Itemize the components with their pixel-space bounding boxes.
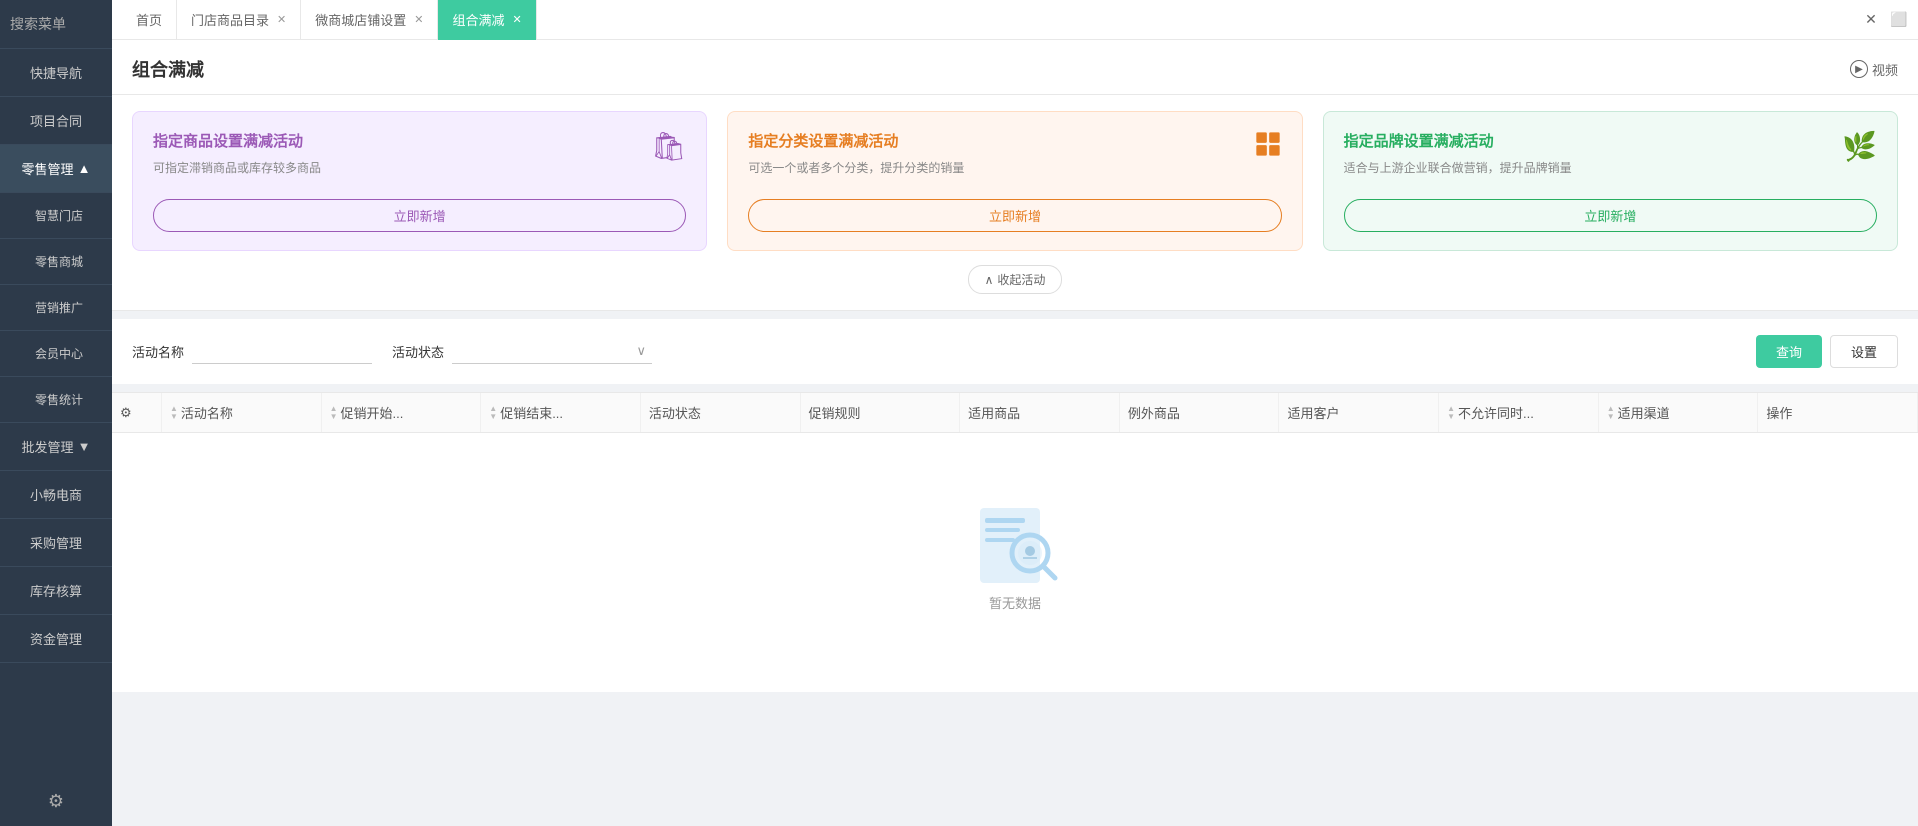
sidebar-item-retail-stats[interactable]: 零售统计 xyxy=(0,377,112,423)
sidebar-item-fund-mgmt[interactable]: 资金管理 xyxy=(0,615,112,663)
brand-card-add-button[interactable]: 立即新增 xyxy=(1344,199,1877,232)
th-not-allow-concurrent: ▲▼ 不允许同时... xyxy=(1439,393,1599,432)
category-card-desc: 可选一个或者多个分类，提升分类的销量 xyxy=(748,159,1281,177)
sidebar-item-retail-mgmt[interactable]: 零售管理 ▲ xyxy=(0,145,112,193)
close-window-button[interactable]: ✕ xyxy=(1862,11,1880,29)
sidebar-item-xiaochu-ecom[interactable]: 小畅电商 xyxy=(0,471,112,519)
brand-activity-card: 指定品牌设置满减活动 适合与上游企业联合做营销，提升品牌销量 🌿 立即新增 xyxy=(1323,111,1898,251)
th-promo-rules: 促销规则 xyxy=(801,393,961,432)
product-card-add-button[interactable]: 立即新增 xyxy=(153,199,686,232)
settings-icon: ⚙ xyxy=(120,405,132,421)
tab-close-combo-discount[interactable]: ✕ xyxy=(513,13,522,26)
tab-wechat-store[interactable]: 微商城店铺设置 ✕ xyxy=(301,0,438,40)
activity-status-field: 活动状态 ∨ xyxy=(392,339,652,364)
sidebar-item-retail-mall[interactable]: 零售商城 xyxy=(0,239,112,285)
empty-state: 暂无数据 xyxy=(112,433,1918,672)
activity-name-field: 活动名称 xyxy=(132,340,372,364)
maximize-window-button[interactable]: ⬜ xyxy=(1890,11,1908,29)
category-card-icon xyxy=(1254,130,1282,165)
tab-close-store-catalog[interactable]: ✕ xyxy=(277,13,286,26)
window-controls: ✕ ⬜ xyxy=(1862,11,1908,29)
activity-name-label: 活动名称 xyxy=(132,342,184,361)
page-title: 组合满减 xyxy=(132,56,204,82)
chevron-up-icon: ∧ xyxy=(985,273,994,287)
th-promo-end: ▲▼ 促销结束... xyxy=(481,393,641,432)
content-area: 组合满减 ▶ 视频 指定商品设置满减活动 可指定滞销商品或库存较多商品 🛍 立即… xyxy=(112,40,1918,826)
th-applicable-customers: 适用客户 xyxy=(1279,393,1439,432)
chevron-up-icon: ▲ xyxy=(78,161,91,176)
filter-actions: 查询 设置 xyxy=(1756,335,1898,368)
sidebar-item-smart-store[interactable]: 智慧门店 xyxy=(0,193,112,239)
brand-card-icon: 🌿 xyxy=(1842,130,1877,163)
filter-section: 活动名称 活动状态 ∨ 查询 设置 xyxy=(112,319,1918,384)
sidebar: 搜索菜单 快捷导航 项目合同 零售管理 ▲ 智慧门店 零售商城 营销推广 会员中… xyxy=(0,0,112,826)
product-card-icon: 🛍 xyxy=(651,130,687,163)
product-card-desc: 可指定滞销商品或库存较多商品 xyxy=(153,159,686,177)
product-card-title: 指定商品设置满减活动 xyxy=(153,130,686,151)
chevron-down-icon: ▼ xyxy=(78,439,91,454)
table-header: ⚙ ▲▼ 活动名称 ▲▼ 促销开始... ▲▼ 促销结束... 活动状态 xyxy=(112,392,1918,433)
settings-icon: ⚙ xyxy=(48,791,64,812)
sidebar-item-purchase-mgmt[interactable]: 采购管理 xyxy=(0,519,112,567)
video-link[interactable]: ▶ 视频 xyxy=(1850,60,1898,79)
activity-cards: 指定商品设置满减活动 可指定滞销商品或库存较多商品 🛍 立即新增 指定分类设置满… xyxy=(132,111,1898,251)
category-activity-card: 指定分类设置满减活动 可选一个或者多个分类，提升分类的销量 立即新增 xyxy=(727,111,1302,251)
table-section: ⚙ ▲▼ 活动名称 ▲▼ 促销开始... ▲▼ 促销结束... 活动状态 xyxy=(112,392,1918,692)
activity-section: 指定商品设置满减活动 可指定滞销商品或库存较多商品 🛍 立即新增 指定分类设置满… xyxy=(112,95,1918,311)
tab-home[interactable]: 首页 xyxy=(122,0,177,40)
sort-icon[interactable]: ▲▼ xyxy=(1607,405,1615,421)
sidebar-item-inventory-calc[interactable]: 库存核算 xyxy=(0,567,112,615)
sort-icon[interactable]: ▲▼ xyxy=(489,405,497,421)
product-activity-card: 指定商品设置满减活动 可指定滞销商品或库存较多商品 🛍 立即新增 xyxy=(132,111,707,251)
th-activity-status: 活动状态 xyxy=(641,393,801,432)
main-area: 首页 门店商品目录 ✕ 微商城店铺设置 ✕ 组合满减 ✕ ✕ ⬜ 组合满减 xyxy=(112,0,1918,826)
sort-icon[interactable]: ▲▼ xyxy=(1447,405,1455,421)
th-settings[interactable]: ⚙ xyxy=(112,393,162,432)
sidebar-item-quick-nav[interactable]: 快捷导航 xyxy=(0,49,112,97)
category-card-add-button[interactable]: 立即新增 xyxy=(748,199,1281,232)
sidebar-item-project-contract[interactable]: 项目合同 xyxy=(0,97,112,145)
brand-card-title: 指定品牌设置满减活动 xyxy=(1344,130,1877,151)
tab-combo-discount[interactable]: 组合满减 ✕ xyxy=(438,0,536,40)
set-button[interactable]: 设置 xyxy=(1830,335,1898,368)
tab-bar: 首页 门店商品目录 ✕ 微商城店铺设置 ✕ 组合满减 ✕ ✕ ⬜ xyxy=(112,0,1918,40)
sidebar-item-wholesale-mgmt[interactable]: 批发管理 ▼ xyxy=(0,423,112,471)
chevron-down-icon: ∨ xyxy=(637,343,647,359)
query-button[interactable]: 查询 xyxy=(1756,335,1822,368)
th-promo-start: ▲▼ 促销开始... xyxy=(322,393,482,432)
collapse-bar: ∧ 收起活动 xyxy=(132,265,1898,294)
activity-name-input[interactable] xyxy=(192,340,372,364)
collapse-activity-button[interactable]: ∧ 收起活动 xyxy=(968,265,1063,294)
th-excluded-goods: 例外商品 xyxy=(1120,393,1280,432)
video-icon: ▶ xyxy=(1850,60,1868,78)
brand-card-desc: 适合与上游企业联合做营销，提升品牌销量 xyxy=(1344,159,1877,177)
sort-icon[interactable]: ▲▼ xyxy=(170,405,178,421)
th-applicable-channels: ▲▼ 适用渠道 xyxy=(1599,393,1759,432)
page-header: 组合满减 ▶ 视频 xyxy=(112,40,1918,95)
th-operations: 操作 xyxy=(1758,393,1918,432)
empty-illustration xyxy=(955,493,1075,593)
sidebar-item-member-center[interactable]: 会员中心 xyxy=(0,331,112,377)
th-applicable-goods: 适用商品 xyxy=(960,393,1120,432)
sidebar-settings[interactable]: ⚙ xyxy=(0,777,112,826)
empty-text: 暂无数据 xyxy=(989,593,1041,612)
tab-store-catalog[interactable]: 门店商品目录 ✕ xyxy=(177,0,301,40)
activity-status-label: 活动状态 xyxy=(392,342,444,361)
activity-status-select[interactable]: ∨ xyxy=(452,339,652,364)
sort-icon[interactable]: ▲▼ xyxy=(330,405,338,421)
sidebar-item-marketing[interactable]: 营销推广 xyxy=(0,285,112,331)
category-card-title: 指定分类设置满减活动 xyxy=(748,130,1281,151)
sidebar-search[interactable]: 搜索菜单 xyxy=(0,0,112,49)
tab-close-wechat-store[interactable]: ✕ xyxy=(414,13,423,26)
th-activity-name: ▲▼ 活动名称 xyxy=(162,393,322,432)
